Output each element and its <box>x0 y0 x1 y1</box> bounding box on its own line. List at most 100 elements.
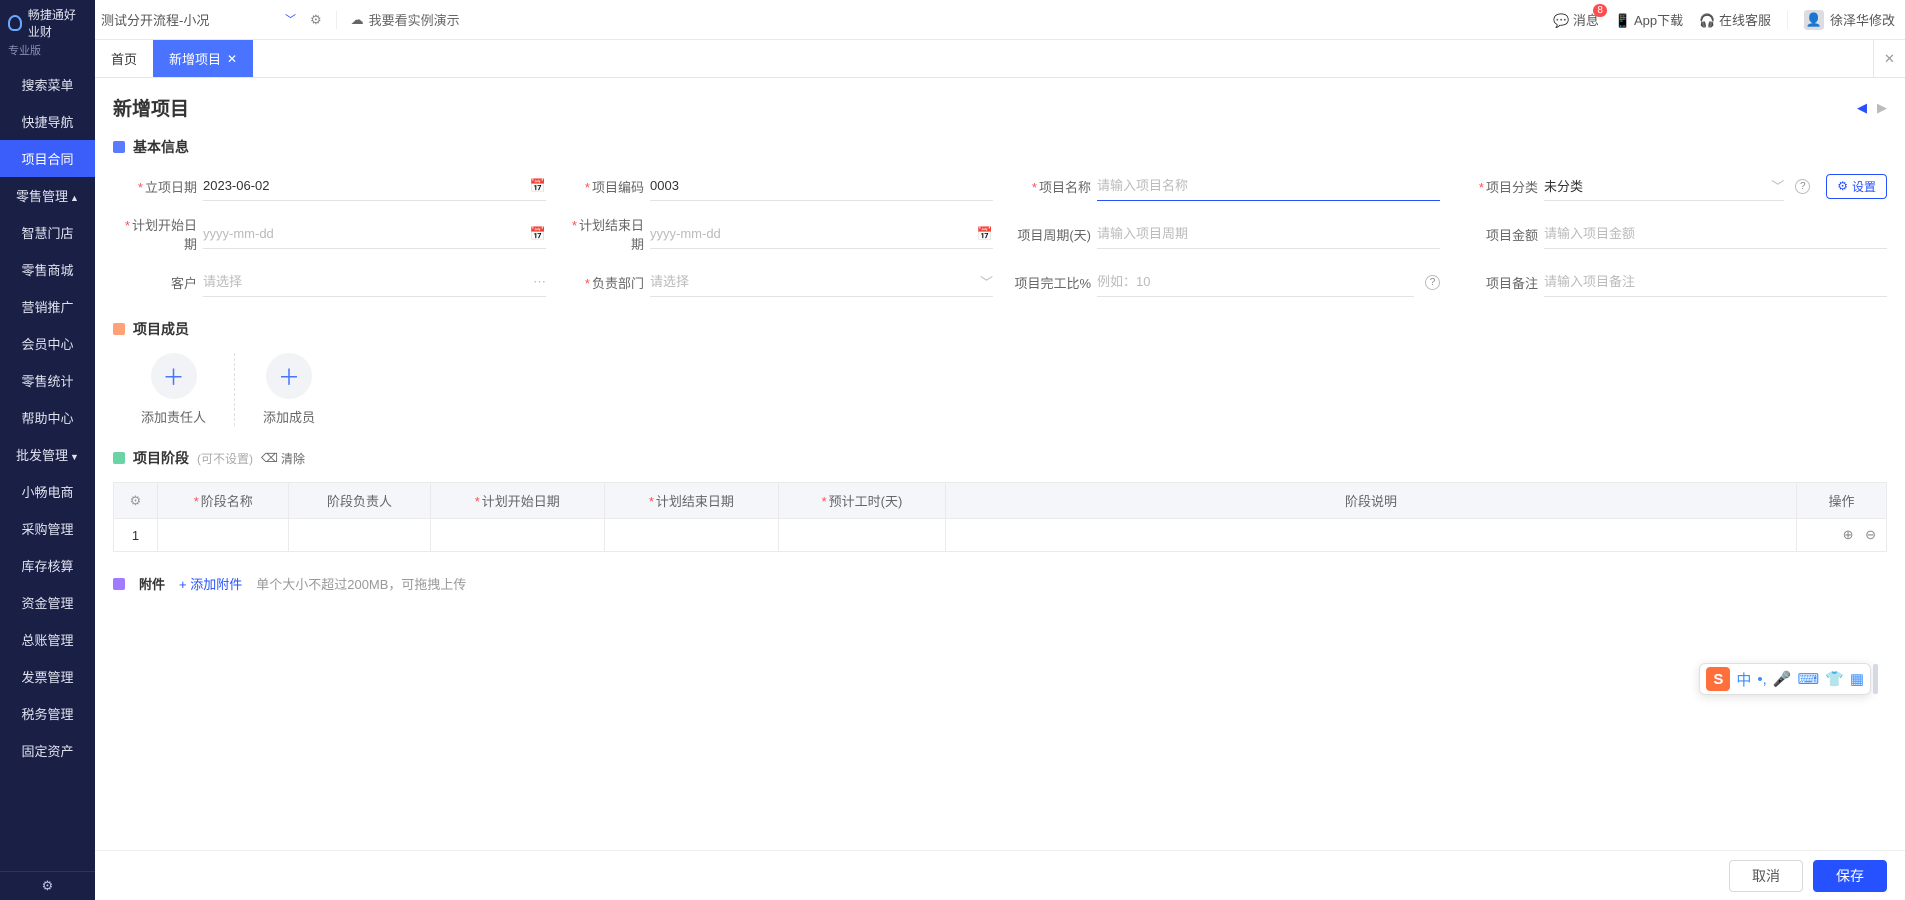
avatar-icon: 👤 <box>1804 10 1824 30</box>
tab-home[interactable]: 首页 <box>95 40 153 77</box>
ime-mic-icon[interactable]: 🎤 <box>1773 670 1792 688</box>
input-dept[interactable] <box>650 274 976 289</box>
sidebar-item-search[interactable]: 搜索菜单 <box>0 66 95 103</box>
col-stage-owner: 阶段负责人 <box>289 483 430 519</box>
cell-plan-end[interactable] <box>604 519 778 552</box>
add-owner-button[interactable]: ＋ <box>151 353 197 399</box>
input-name[interactable] <box>1097 178 1440 193</box>
cell-stage-name[interactable] <box>158 519 289 552</box>
messages-button[interactable]: 💬 消息 8 <box>1553 10 1599 29</box>
calendar-icon[interactable]: 📅 <box>977 226 993 242</box>
sidebar-item-quicknav[interactable]: 快捷导航 <box>0 103 95 140</box>
message-icon: 💬 <box>1553 13 1569 28</box>
label-plan-end: 计划结束日期 <box>560 215 644 253</box>
label-customer: 客户 <box>113 273 197 292</box>
sidebar-item-fund[interactable]: 资金管理 <box>0 584 95 621</box>
cell-desc[interactable] <box>945 519 1796 552</box>
clear-stages-button[interactable]: ⌫清除 <box>261 450 305 467</box>
sidebar-item-project-contract[interactable]: 项目合同 <box>0 140 95 177</box>
gear-icon[interactable]: ⚙ <box>130 493 142 508</box>
input-remark[interactable] <box>1544 274 1887 289</box>
sidebar-item-wholesale[interactable]: 批发管理▼ <box>0 436 95 473</box>
next-record-button[interactable]: ▶ <box>1877 100 1887 116</box>
input-ratio[interactable] <box>1097 274 1414 289</box>
process-settings-icon[interactable]: ⚙ <box>310 12 322 28</box>
headset-icon: 🎧 <box>1699 13 1715 28</box>
add-attachment-button[interactable]: + 添加附件 <box>179 574 242 593</box>
section-attach: 附件 + 添加附件 单个大小不超过200MB，可拖拽上传 <box>113 574 1887 593</box>
input-category[interactable] <box>1544 178 1767 193</box>
row-add-icon[interactable]: ⊕ <box>1843 527 1854 542</box>
label-dept: 负责部门 <box>560 273 644 292</box>
ime-lang[interactable]: 中 <box>1736 669 1751 690</box>
tab-new-project[interactable]: 新增项目 ✕ <box>153 40 253 77</box>
sidebar-item-stock[interactable]: 库存核算 <box>0 547 95 584</box>
sidebar-item-purchase[interactable]: 采购管理 <box>0 510 95 547</box>
ime-skin-icon[interactable]: 👕 <box>1825 670 1844 688</box>
sidebar-item-marketing[interactable]: 营销推广 <box>0 288 95 325</box>
sidebar-item-smart-store[interactable]: 智慧门店 <box>0 214 95 251</box>
help-icon[interactable]: ? <box>1795 179 1810 194</box>
support-button[interactable]: 🎧 在线客服 <box>1699 10 1771 29</box>
ime-grid-icon[interactable]: ▦ <box>1850 670 1864 688</box>
add-member-button[interactable]: ＋ <box>266 353 312 399</box>
col-plan-start: *计划开始日期 <box>430 483 604 519</box>
input-date[interactable] <box>203 178 526 193</box>
save-button[interactable]: 保存 <box>1813 860 1887 892</box>
sidebar-item-help[interactable]: 帮助中心 <box>0 399 95 436</box>
label-plan-start: 计划开始日期 <box>113 215 197 253</box>
sidebar-settings-button[interactable]: ⚙ <box>0 871 95 900</box>
ime-punct-icon[interactable]: •, <box>1757 671 1766 688</box>
sidebar-item-invoice[interactable]: 发票管理 <box>0 658 95 695</box>
sidebar-item-retail-mall[interactable]: 零售商城 <box>0 251 95 288</box>
sidebar-item-ledger[interactable]: 总账管理 <box>0 621 95 658</box>
cell-stage-owner[interactable] <box>289 519 430 552</box>
cell-est-hours[interactable] <box>778 519 945 552</box>
more-icon[interactable]: ⋯ <box>533 274 546 290</box>
help-icon[interactable]: ? <box>1425 275 1440 290</box>
ime-keyboard-icon[interactable]: ⌨ <box>1797 670 1819 688</box>
gear-icon: ⚙ <box>1837 179 1848 193</box>
chevron-down-icon[interactable]: ﹀ <box>1771 176 1784 195</box>
input-customer[interactable] <box>203 274 529 289</box>
input-code[interactable] <box>650 178 993 193</box>
footer: 取消 保存 <box>95 850 1905 900</box>
sidebar-item-ecom[interactable]: 小畅电商 <box>0 473 95 510</box>
process-select[interactable]: 测试分开流程-小况 ﹀ <box>101 6 296 34</box>
close-icon[interactable]: ✕ <box>227 52 237 66</box>
sidebar: 畅捷通好业财 专业版 搜索菜单 快捷导航 项目合同 零售管理▲ 智慧门店 零售商… <box>0 0 95 900</box>
chevron-down-icon[interactable]: ﹀ <box>980 272 993 291</box>
demo-link[interactable]: ☁ 我要看实例演示 <box>351 10 460 29</box>
ime-handle[interactable] <box>1873 664 1878 694</box>
col-est-hours: *预计工时(天) <box>778 483 945 519</box>
prev-record-button[interactable]: ◀ <box>1857 100 1867 116</box>
sidebar-item-member[interactable]: 会员中心 <box>0 325 95 362</box>
sidebar-item-retail-mgmt[interactable]: 零售管理▲ <box>0 177 95 214</box>
input-period[interactable] <box>1097 226 1440 241</box>
calendar-icon[interactable]: 📅 <box>530 226 546 242</box>
cancel-button[interactable]: 取消 <box>1729 860 1803 892</box>
user-menu[interactable]: 👤 徐泽华修改 <box>1804 10 1895 30</box>
sidebar-item-tax[interactable]: 税务管理 <box>0 695 95 732</box>
gear-icon: ⚙ <box>42 878 54 893</box>
close-all-tabs-button[interactable]: ✕ <box>1873 40 1905 77</box>
label-remark: 项目备注 <box>1454 273 1538 292</box>
topbar: 测试分开流程-小况 ﹀ ⚙ ☁ 我要看实例演示 💬 消息 8 📱 App下载 🎧… <box>95 0 1905 40</box>
sidebar-item-asset[interactable]: 固定资产 <box>0 732 95 769</box>
ime-logo-icon: S <box>1706 667 1730 691</box>
app-download-button[interactable]: 📱 App下载 <box>1615 10 1683 29</box>
input-amount[interactable] <box>1544 226 1887 241</box>
section-icon <box>113 323 125 335</box>
input-plan-start[interactable] <box>203 226 526 241</box>
ime-toolbar[interactable]: S 中 •, 🎤 ⌨ 👕 ▦ <box>1699 663 1871 695</box>
label-code: 项目编码 <box>560 177 644 196</box>
table-row[interactable]: 1 ⊕ ⊖ <box>114 519 1887 552</box>
calendar-icon[interactable]: 📅 <box>530 178 546 194</box>
row-del-icon[interactable]: ⊖ <box>1865 527 1876 542</box>
section-title: 项目阶段 <box>133 448 189 468</box>
sidebar-item-retail-stat[interactable]: 零售统计 <box>0 362 95 399</box>
process-name: 测试分开流程-小况 <box>101 10 209 29</box>
category-settings-button[interactable]: ⚙设置 <box>1826 174 1887 199</box>
cell-plan-start[interactable] <box>430 519 604 552</box>
input-plan-end[interactable] <box>650 226 973 241</box>
